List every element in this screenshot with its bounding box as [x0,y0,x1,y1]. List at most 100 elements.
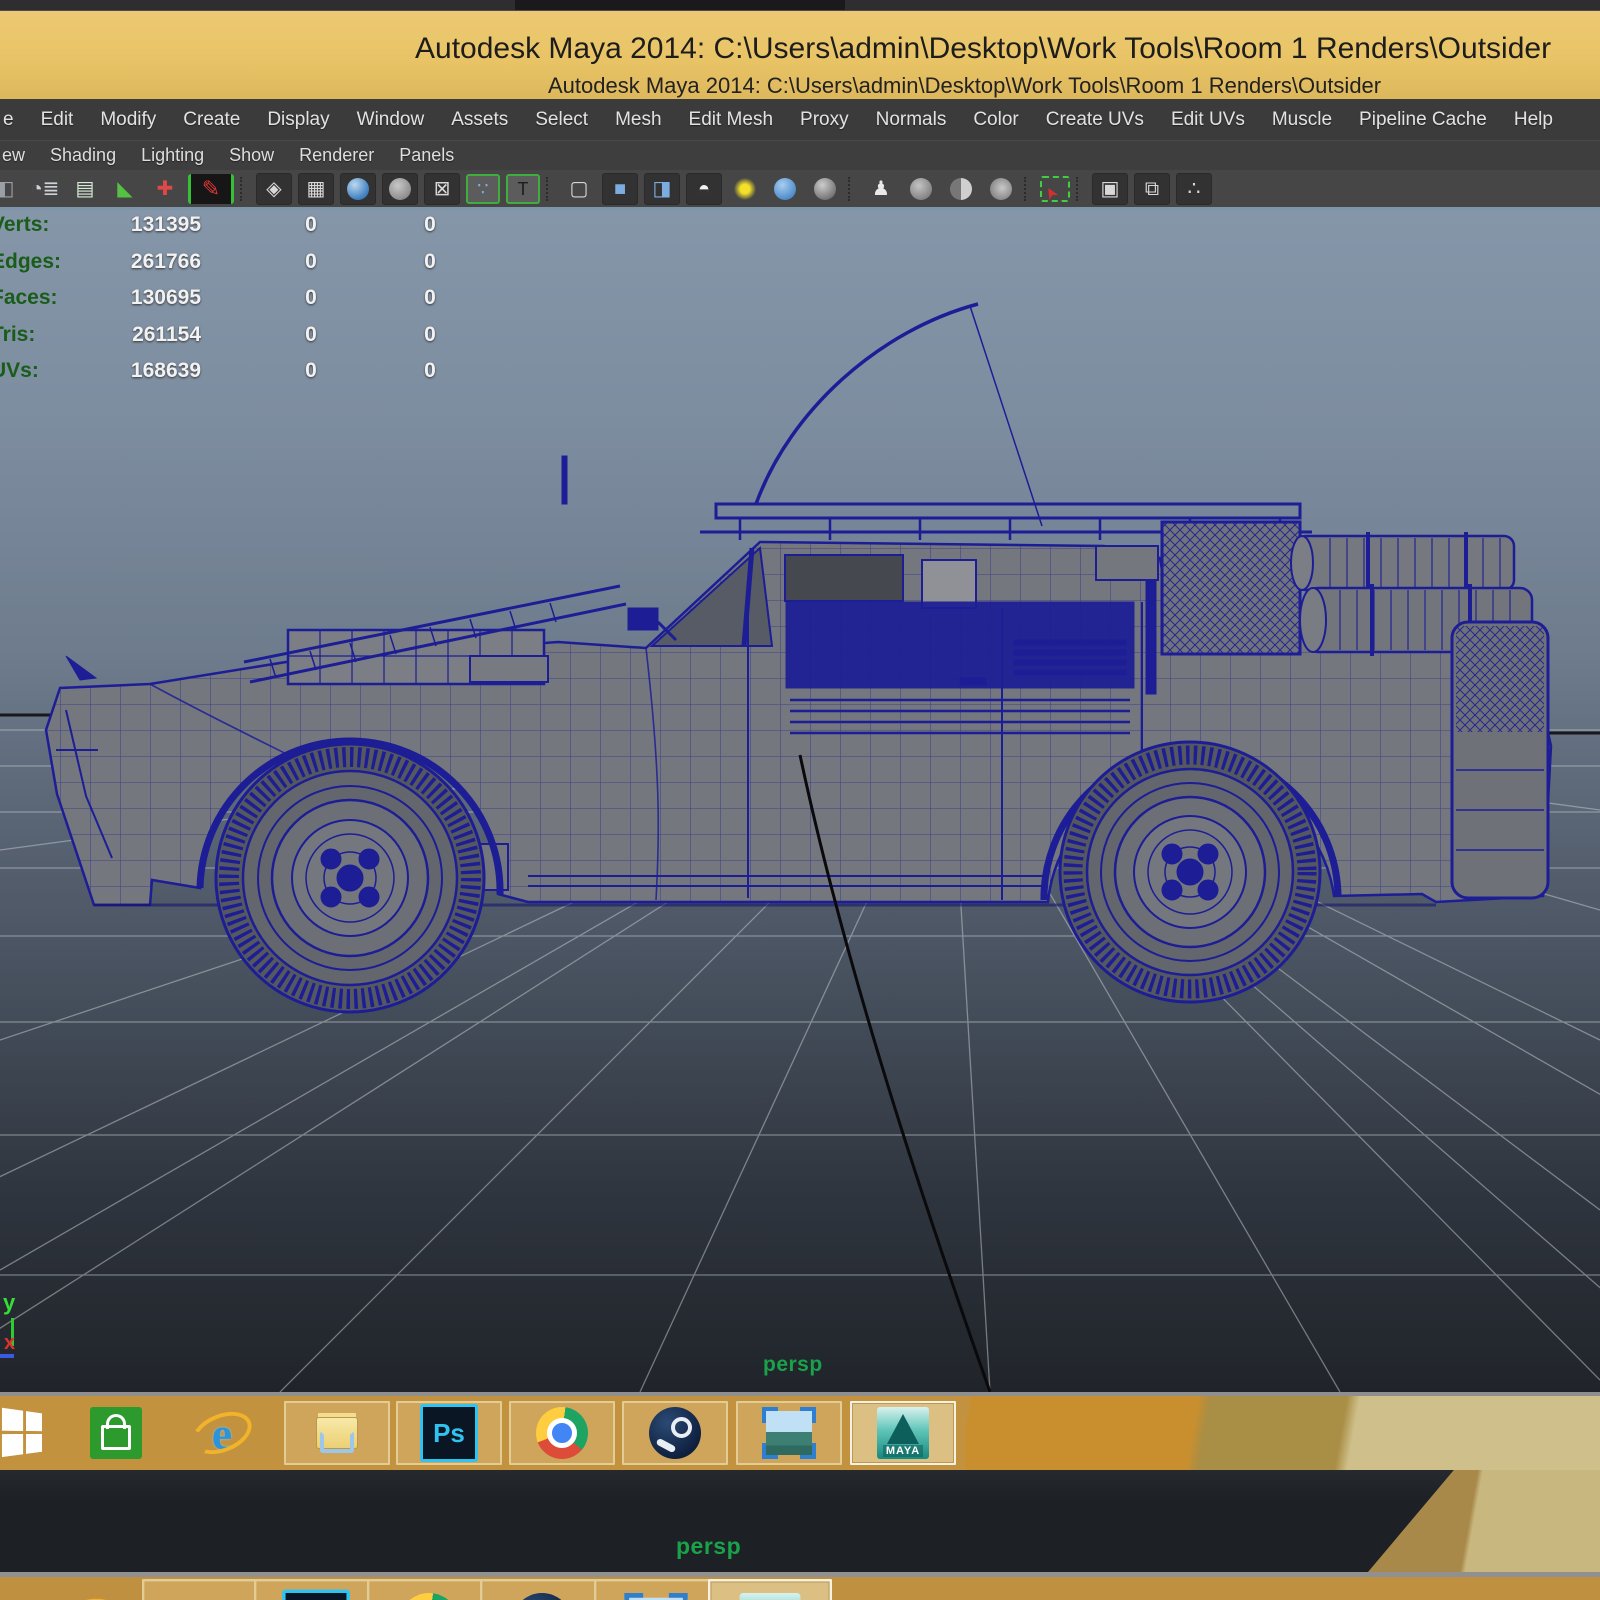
menu-item[interactable]: Pipeline Cache [1359,109,1487,131]
app-icon [536,1407,588,1459]
viewport-canvas[interactable] [0,210,1600,1392]
hud-value-other: 0 [424,322,436,346]
menu-item[interactable]: Edit Mesh [689,109,773,131]
chrome-app[interactable] [509,1401,615,1465]
hud-row: Faces: 130695 0 0 [0,280,436,317]
text-tool-icon[interactable]: T [506,173,540,204]
menu-item[interactable]: Assets [451,109,508,131]
menu-item[interactable]: Edit [41,109,74,131]
hud-value-other: 0 [424,213,436,236]
menu-item[interactable]: Muscle [1272,109,1332,131]
separator[interactable] [240,176,250,201]
wireframe-cube-icon[interactable]: ▢ [562,174,596,204]
panel-menu-item[interactable]: ew [2,145,25,166]
mannequin-icon[interactable]: ♟ [864,174,898,204]
selection-box-icon[interactable]: ➤ [1040,175,1070,203]
shaded-cube-icon[interactable]: ■ [602,172,638,205]
hud-label: Edges: [0,249,62,273]
app-icon: MAYA [877,1407,929,1459]
share-nodes-icon[interactable]: ∴ [1176,172,1212,205]
panel-menu-item[interactable]: Panels [399,145,454,166]
hud-value-other: 0 [424,249,436,273]
light-blue-icon[interactable] [768,174,802,204]
maya-app[interactable]: MAYA [850,1401,956,1465]
panel-menu-item[interactable]: Renderer [299,145,374,166]
hud-value-other: 0 [424,359,436,383]
particles-icon[interactable]: ∵ [466,173,500,204]
app-icon [54,1593,115,1600]
hud-label: Verts: [0,213,50,236]
menu-item[interactable]: Window [357,109,425,131]
inner-photoshop-app: Ps [254,1579,379,1600]
cube-tool-icon[interactable]: ▣ [1092,172,1128,205]
app-icon [196,1407,248,1459]
perspective-viewport[interactable]: Verts: 131395 0 0 Edges: 261766 0 0 Face… [0,210,1600,1392]
menu-item[interactable]: Proxy [800,109,849,131]
app-icon: Ps [420,1404,478,1462]
uv-editor-icon[interactable]: ◣ [108,174,142,204]
light-yellow-icon[interactable] [728,174,762,204]
poly-count-hud: Verts: 131395 0 0 Edges: 261766 0 0 Face… [0,210,436,390]
menu-item[interactable]: Normals [876,109,947,131]
menu-item[interactable]: Help [1514,109,1553,131]
hud-value-total: 168639 [130,359,201,383]
menu-item[interactable]: Mesh [615,109,661,131]
taskbar[interactable]: Ps MAYA [0,1392,1600,1470]
steam-app[interactable] [622,1401,728,1465]
app-icon [398,1593,460,1600]
textured-cube-icon[interactable]: ◨ [644,172,680,205]
axis-z-line [0,1354,14,1358]
filmstrip-icon[interactable]: ▦ [298,172,334,205]
inner-taskbar-bands [1330,1577,1600,1600]
start-button[interactable] [0,1401,60,1465]
render-sphere-icon[interactable] [340,172,376,205]
inner-taskbar-apps: Ps MAYA [0,1577,833,1600]
internet-explorer-app[interactable] [194,1401,250,1465]
hud-value-selected: 0 [305,359,317,383]
menu-item[interactable]: Display [267,109,329,131]
panel-menu-bar: ew Shading Lighting Show Renderer Panels [0,140,1600,170]
sphere-half-icon[interactable] [944,174,978,204]
panel-menu-item[interactable]: Lighting [141,145,204,166]
inner-file-explorer-app [142,1579,267,1600]
separator[interactable] [1024,176,1034,201]
sphere-soft-icon[interactable] [904,174,938,204]
file-explorer-app[interactable] [284,1401,390,1465]
menu-item[interactable]: e [3,109,14,131]
grid-snap-icon[interactable]: ◈ [256,172,292,205]
photos-app[interactable] [736,1401,842,1465]
layout-squares-icon[interactable]: ⧉ [1134,172,1170,205]
menu-item[interactable]: Edit UVs [1171,109,1245,131]
menu-item[interactable]: Create UVs [1046,109,1144,131]
notebook-icon[interactable]: ▤ [68,174,102,204]
light-gray-icon[interactable] [808,174,842,204]
hud-value-selected: 0 [305,249,317,273]
menu-item[interactable]: Select [535,109,588,131]
taskbar-apps: Ps MAYA [0,1396,956,1470]
hud-row: Tris: 261154 0 0 [0,317,436,354]
panel-menu-item[interactable]: Show [229,145,274,166]
menu-item[interactable]: Create [183,109,240,131]
checker-sphere-icon[interactable]: ◓ [686,172,722,205]
move-snap-icon[interactable]: ✚ [148,174,182,204]
paint-select-icon[interactable]: ✎ [188,173,234,204]
top-strip [0,0,1600,11]
inner-chrome-app [367,1579,492,1600]
menu-item[interactable]: Color [973,109,1018,131]
ipr-circle-icon[interactable] [382,172,418,205]
separator[interactable] [546,176,556,201]
hud-label: Faces: [0,286,58,310]
panel-menu-item[interactable]: Shading [50,145,116,166]
inner-photos-app [594,1579,719,1600]
construction-history-icon[interactable]: ◔≣ [28,174,62,204]
store-app[interactable] [90,1401,142,1465]
app-icon: MAYA [739,1593,801,1600]
app-icon [511,1593,573,1600]
clipped-scene-icon[interactable]: ◧ [0,174,22,204]
menu-item[interactable]: Modify [100,109,156,131]
separator[interactable] [1076,176,1086,201]
separator[interactable] [848,176,858,201]
crossed-grid-icon[interactable]: ⊠ [424,172,460,205]
photoshop-app[interactable]: Ps [396,1401,502,1465]
sphere-blob-icon[interactable] [984,174,1018,204]
